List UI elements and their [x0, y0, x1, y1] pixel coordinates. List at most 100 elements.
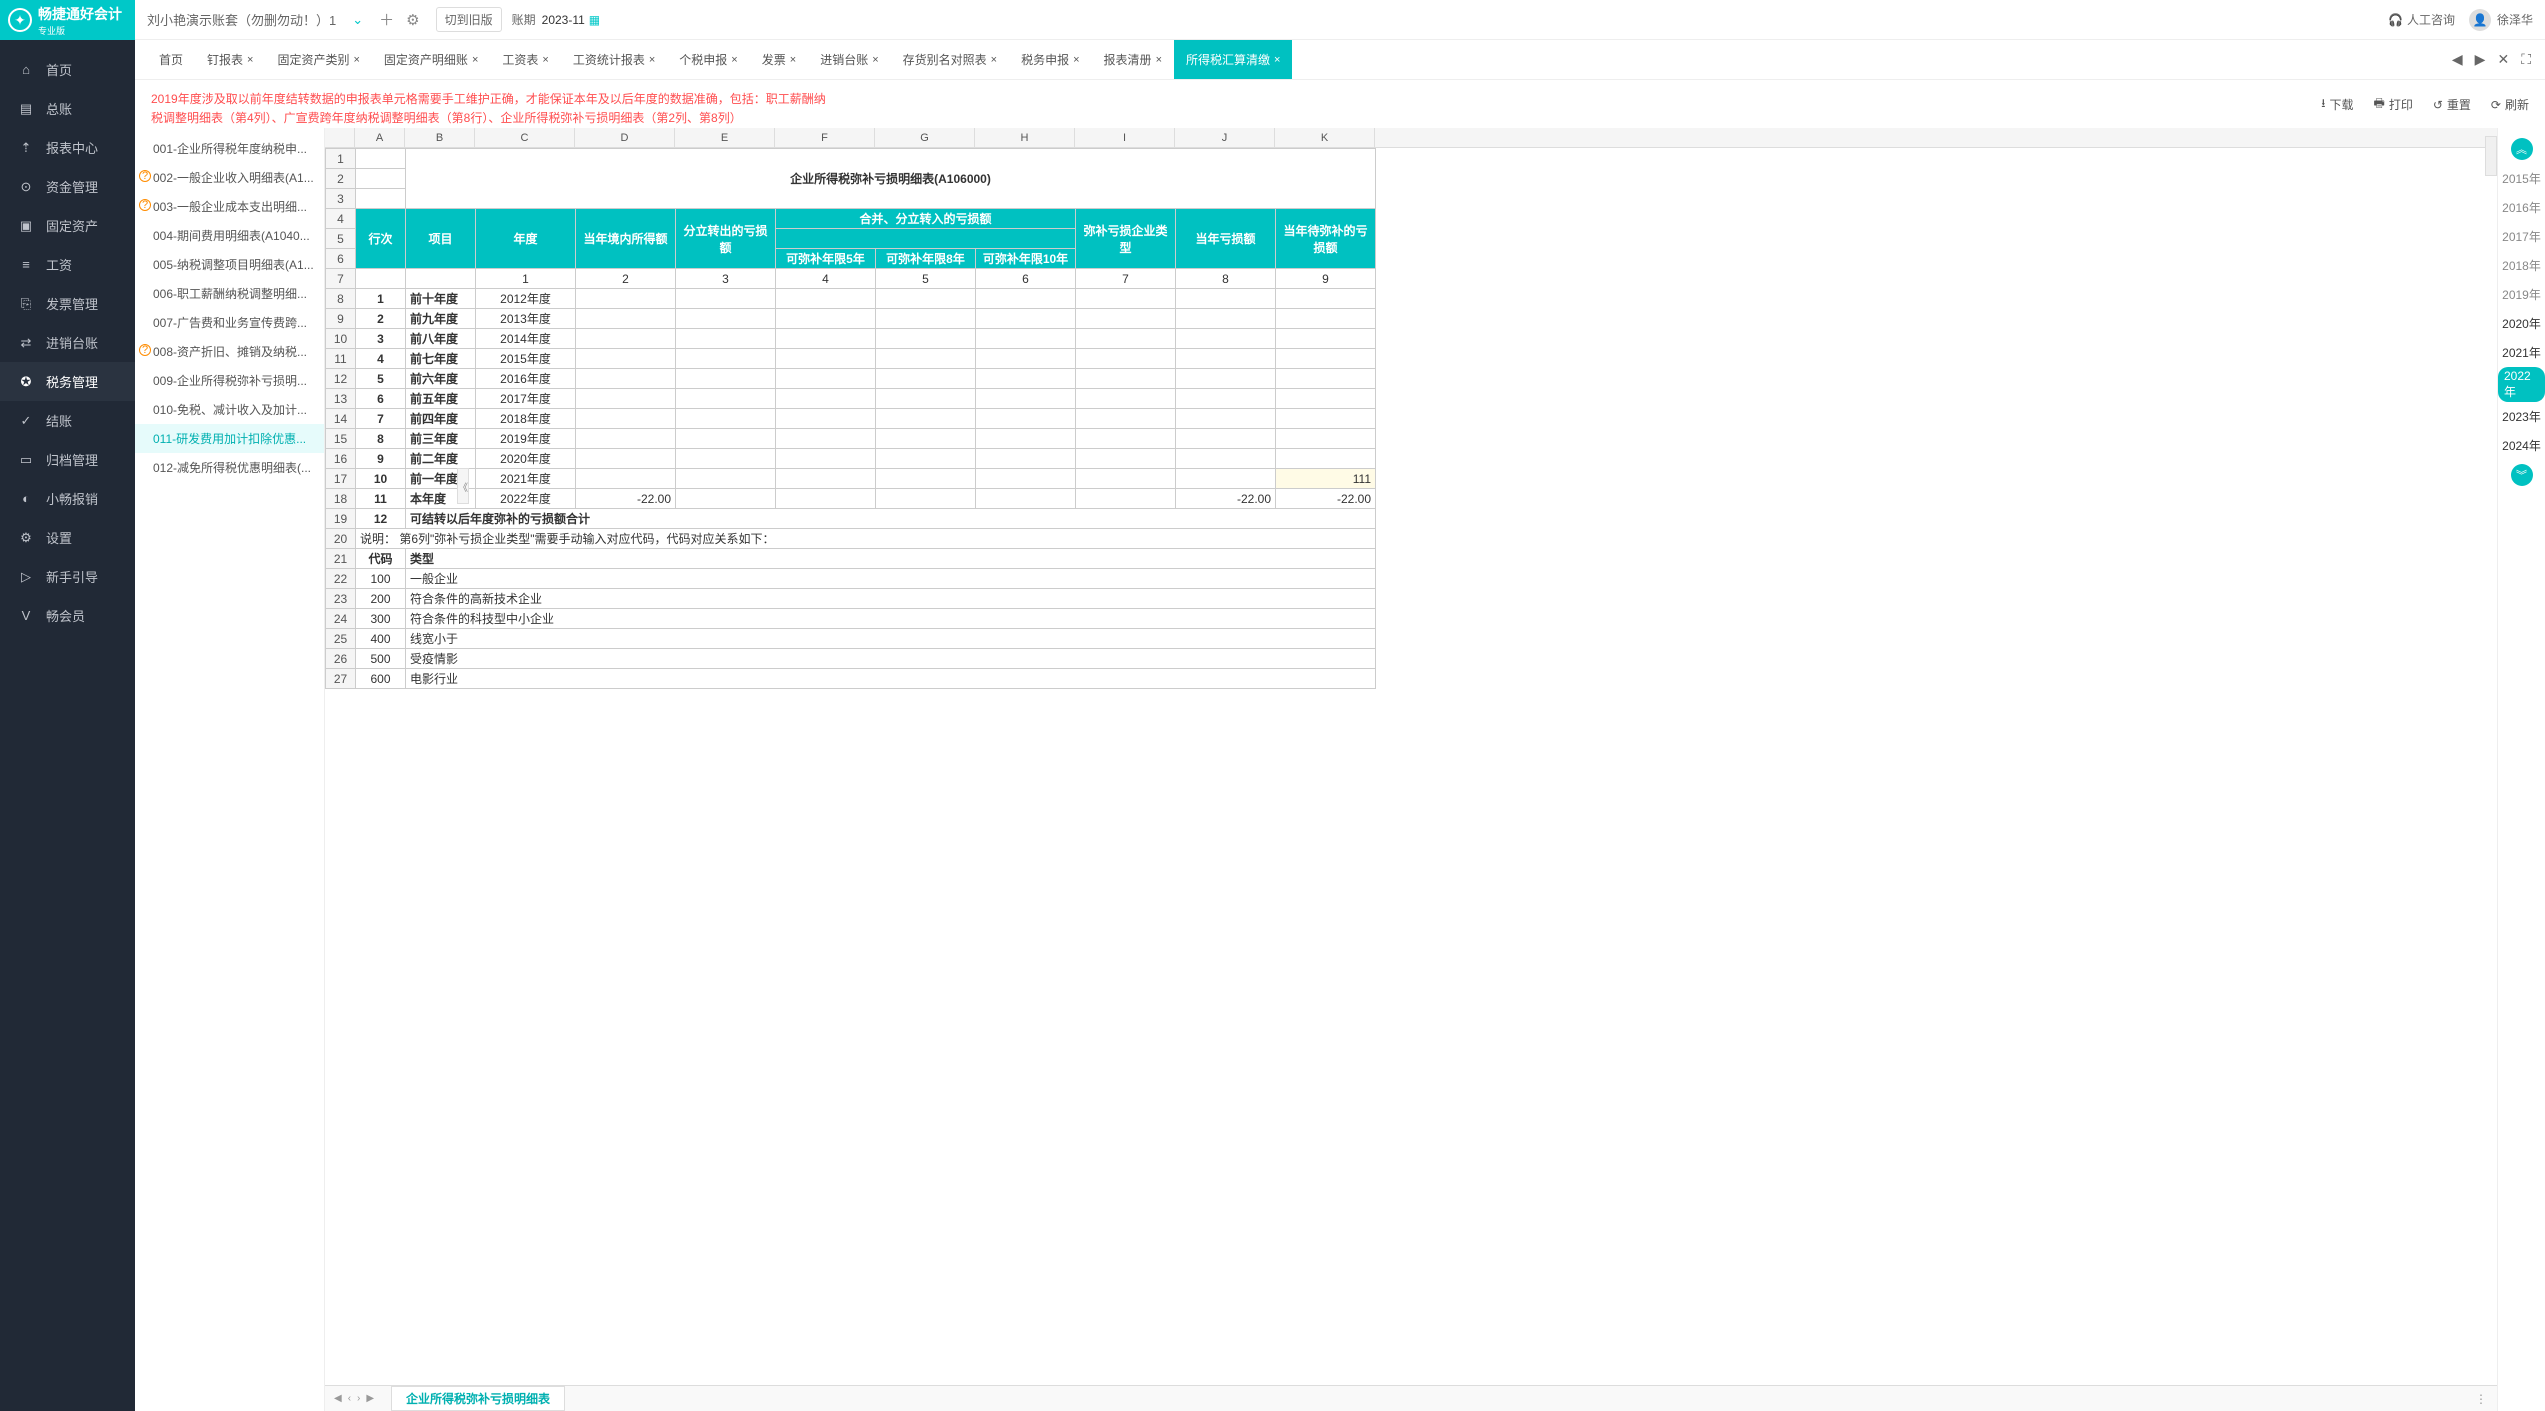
sheet-first-icon[interactable]: ◀	[334, 1393, 342, 1404]
cell[interactable]: 500	[356, 649, 406, 669]
sheet-last-icon[interactable]: ▶	[366, 1393, 374, 1404]
cell[interactable]: 2016年度	[476, 369, 576, 389]
account-selector[interactable]: 刘小艳演示账套（勿删勿动！）1 ⌄	[147, 10, 373, 29]
cell[interactable]: 可弥补年限10年	[976, 249, 1076, 269]
cell[interactable]	[676, 329, 776, 349]
close-icon[interactable]: ×	[472, 54, 478, 66]
cell[interactable]: 600	[356, 669, 406, 689]
cell[interactable]	[776, 389, 876, 409]
tab[interactable]: 所得税汇算清缴×	[1174, 40, 1292, 79]
row-header[interactable]: 10	[326, 329, 356, 349]
nav-salary[interactable]: ≡工资	[0, 245, 135, 284]
cell[interactable]	[356, 149, 406, 169]
cell[interactable]: 合并、分立转入的亏损额	[776, 209, 1076, 229]
cell[interactable]	[1076, 429, 1176, 449]
cell[interactable]: 2014年度	[476, 329, 576, 349]
cell[interactable]	[976, 409, 1076, 429]
cell[interactable]: 前七年度	[406, 349, 476, 369]
cell[interactable]	[1076, 289, 1176, 309]
row-header[interactable]: 16	[326, 449, 356, 469]
tab-close-all-icon[interactable]: ✕	[2497, 51, 2509, 68]
form-list-item[interactable]: 012-减免所得税优惠明细表(...	[135, 453, 324, 482]
cell[interactable]: 9	[356, 449, 406, 469]
cell[interactable]: -22.00	[1276, 489, 1376, 509]
cell[interactable]: 线宽小于	[406, 629, 1376, 649]
row-header[interactable]: 18	[326, 489, 356, 509]
cell[interactable]	[876, 449, 976, 469]
cell[interactable]	[1276, 449, 1376, 469]
cell[interactable]: 受疫情影	[406, 649, 1376, 669]
cell[interactable]	[1176, 449, 1276, 469]
cell[interactable]	[676, 349, 776, 369]
cell[interactable]	[776, 409, 876, 429]
tab[interactable]: 工资表×	[490, 40, 560, 79]
year-down-icon[interactable]: ︾	[2511, 464, 2533, 486]
row-header[interactable]: 26	[326, 649, 356, 669]
nav-settings[interactable]: ⚙设置	[0, 518, 135, 557]
cell[interactable]	[1276, 369, 1376, 389]
row-header[interactable]: 14	[326, 409, 356, 429]
download-button[interactable]: ⭳下载	[2321, 94, 2353, 115]
cell[interactable]: 9	[1276, 269, 1376, 289]
col-header[interactable]: K	[1275, 128, 1375, 147]
year-item[interactable]: 2019年	[2502, 280, 2541, 309]
cell[interactable]	[876, 409, 976, 429]
col-header[interactable]: G	[875, 128, 975, 147]
cell[interactable]: 前三年度	[406, 429, 476, 449]
cell[interactable]	[1076, 389, 1176, 409]
cell[interactable]	[976, 389, 1076, 409]
cell[interactable]	[776, 289, 876, 309]
cell[interactable]	[776, 489, 876, 509]
nav-money[interactable]: ⊙资金管理	[0, 167, 135, 206]
cell[interactable]: 400	[356, 629, 406, 649]
nav-channel[interactable]: ⇄进销台账	[0, 323, 135, 362]
tab-next-icon[interactable]: ▶	[2475, 51, 2486, 68]
cell[interactable]	[1276, 289, 1376, 309]
nav-tax[interactable]: ✪税务管理	[0, 362, 135, 401]
tab[interactable]: 首页	[147, 40, 195, 79]
row-header[interactable]: 24	[326, 609, 356, 629]
row-header[interactable]: 7	[326, 269, 356, 289]
tab[interactable]: 工资统计报表×	[561, 40, 667, 79]
sheet-menu-icon[interactable]: ⋮	[2475, 1392, 2487, 1406]
form-list-item[interactable]: 007-广告费和业务宣传费跨...	[135, 308, 324, 337]
cell[interactable]: 3	[676, 269, 776, 289]
cell[interactable]	[976, 369, 1076, 389]
period-value[interactable]: 2023-11	[542, 13, 585, 27]
tab[interactable]: 固定资产明细账×	[372, 40, 490, 79]
row-header[interactable]: 11	[326, 349, 356, 369]
cell[interactable]	[1076, 329, 1176, 349]
col-header[interactable]: C	[475, 128, 575, 147]
cell[interactable]	[1076, 409, 1176, 429]
old-version-button[interactable]: 切到旧版	[436, 7, 502, 32]
nav-chart[interactable]: ⇡报表中心	[0, 128, 135, 167]
year-item[interactable]: 2021年	[2502, 338, 2541, 367]
refresh-button[interactable]: ⟳刷新	[2491, 96, 2529, 113]
year-up-icon[interactable]: ︽	[2511, 138, 2533, 160]
sheet-next-icon[interactable]: ›	[357, 1393, 360, 1404]
cell[interactable]: 10	[356, 469, 406, 489]
form-list-item[interactable]: 006-职工薪酬纳税调整明细...	[135, 279, 324, 308]
cell[interactable]	[676, 429, 776, 449]
cell[interactable]	[576, 429, 676, 449]
close-icon[interactable]: ×	[872, 54, 878, 66]
cell[interactable]: 200	[356, 589, 406, 609]
cell[interactable]	[576, 369, 676, 389]
cell[interactable]	[1076, 349, 1176, 369]
cell[interactable]	[776, 329, 876, 349]
cell[interactable]: 前十年度	[406, 289, 476, 309]
cell[interactable]: 100	[356, 569, 406, 589]
cell[interactable]	[976, 329, 1076, 349]
cell[interactable]: 前四年度	[406, 409, 476, 429]
gear-icon[interactable]: ⚙	[406, 11, 419, 29]
cell[interactable]: 4	[776, 269, 876, 289]
row-header[interactable]: 19	[326, 509, 356, 529]
cell[interactable]	[776, 349, 876, 369]
cell[interactable]	[876, 329, 976, 349]
cell[interactable]	[976, 429, 1076, 449]
cell[interactable]: 5	[876, 269, 976, 289]
cell[interactable]	[976, 349, 1076, 369]
close-icon[interactable]: ×	[542, 54, 548, 66]
cell[interactable]: 项目	[406, 209, 476, 269]
row-header[interactable]: 13	[326, 389, 356, 409]
